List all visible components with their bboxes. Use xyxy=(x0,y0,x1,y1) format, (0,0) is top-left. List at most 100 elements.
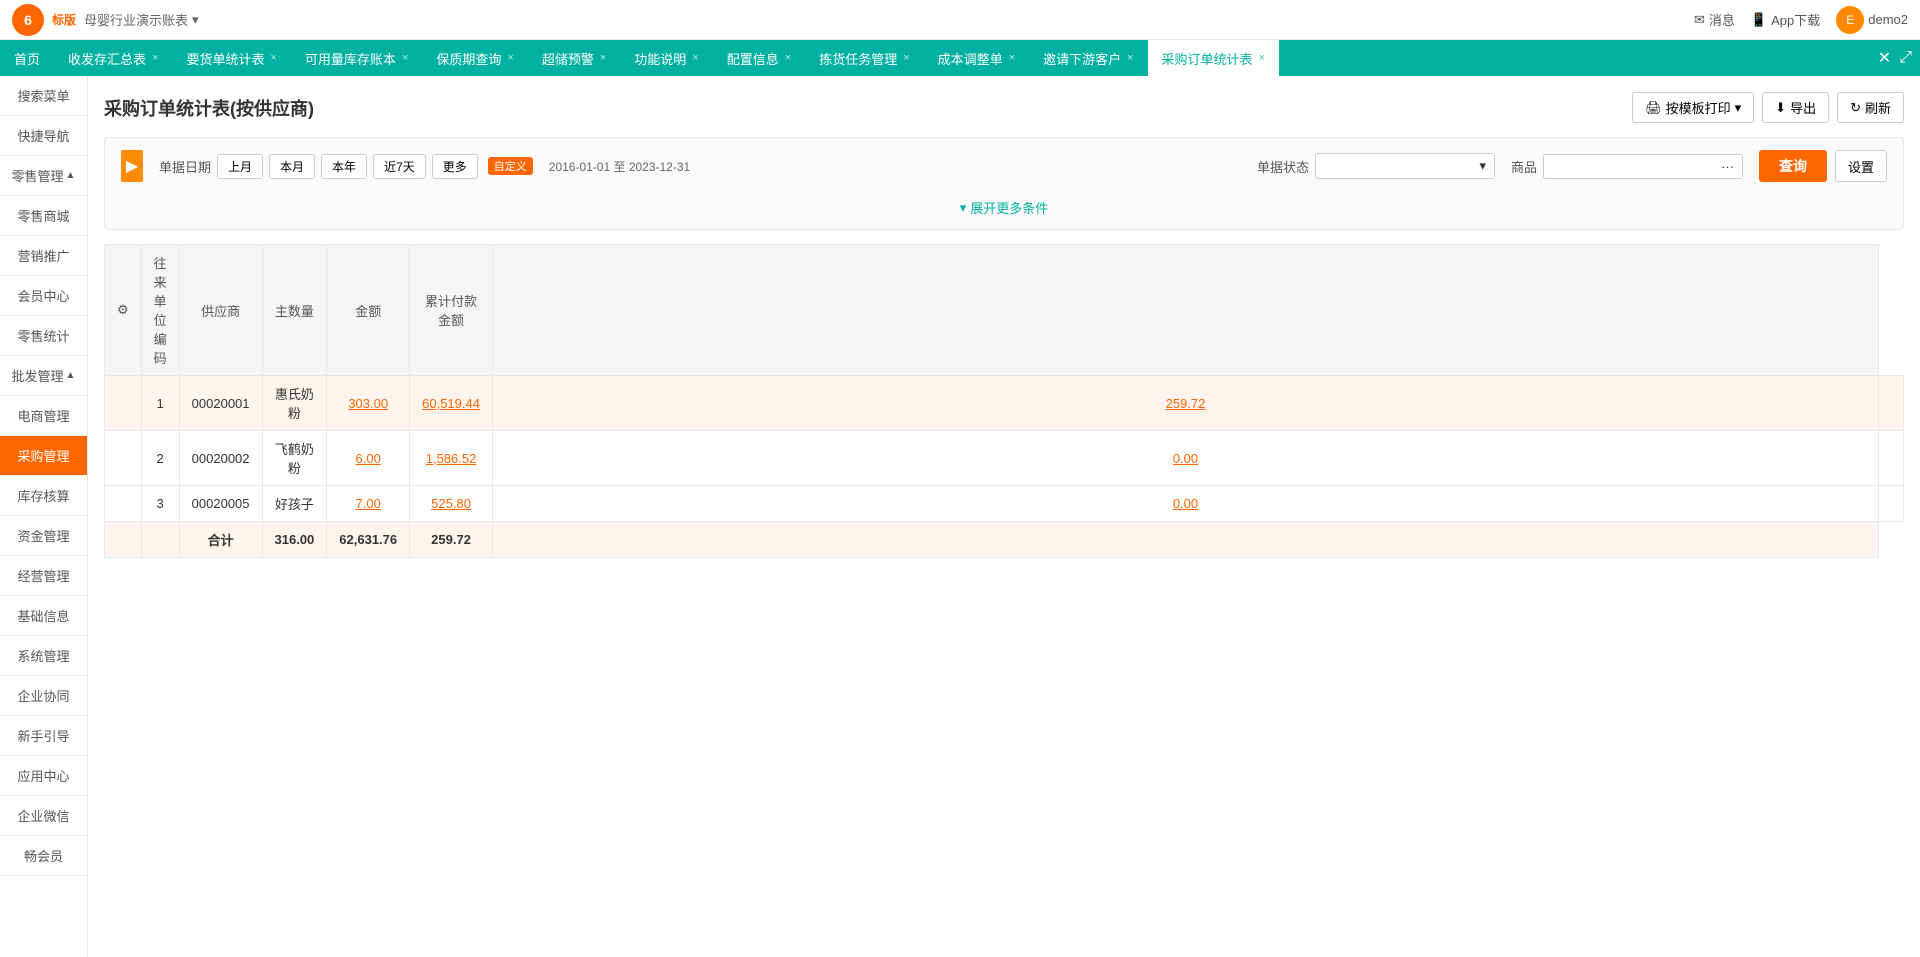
footer-empty-1 xyxy=(105,522,142,558)
sidebar-item-快捷导航[interactable]: 快捷导航 xyxy=(0,116,87,156)
row-paid[interactable]: 259.72 xyxy=(492,376,1878,431)
nav-tab-配置信息[interactable]: 配置信息× xyxy=(713,40,805,76)
nav-tab-超储预警[interactable]: 超储预警× xyxy=(528,40,620,76)
row-empty xyxy=(105,431,142,486)
sidebar-item-经营管理[interactable]: 经营管理 xyxy=(0,556,87,596)
app-download-btn[interactable]: 📱 App下载 xyxy=(1751,10,1820,29)
expand-label: 展开更多条件 xyxy=(970,198,1048,217)
top-right: ✉ 消息 📱 App下载 E demo2 xyxy=(1694,6,1908,34)
row-qty[interactable]: 7.00 xyxy=(327,486,410,522)
export-button[interactable]: ⬇ 导出 xyxy=(1762,92,1829,123)
query-button[interactable]: 查询 xyxy=(1759,150,1827,182)
tab-close-icon[interactable]: × xyxy=(507,52,513,64)
workspace-selector[interactable]: 母婴行业演示账表 ▾ xyxy=(84,10,199,29)
col-settings[interactable]: ⚙ xyxy=(105,245,142,376)
date-btn-last-month[interactable]: 上月 xyxy=(217,154,263,179)
footer-extra xyxy=(492,522,1878,558)
status-select[interactable]: ▾ xyxy=(1315,153,1495,179)
print-button[interactable]: 🖨 按模板打印 ▾ xyxy=(1632,92,1754,123)
sidebar-item-零售管理[interactable]: 零售管理 ▲ xyxy=(0,156,87,196)
sidebar-item-电商管理[interactable]: 电商管理 xyxy=(0,396,87,436)
nav-tab-邀请下游客户[interactable]: 邀请下游客户× xyxy=(1029,40,1147,76)
sidebar-item-资金管理[interactable]: 资金管理 xyxy=(0,516,87,556)
logo-area: 6 标版 母婴行业演示账表 ▾ xyxy=(12,4,199,36)
nav-maximize[interactable]: ⤢ xyxy=(1899,49,1912,67)
nav-tab-采购订单统计表[interactable]: 采购订单统计表× xyxy=(1148,40,1279,76)
row-paid[interactable]: 0.00 xyxy=(492,431,1878,486)
nav-tab-拣货任务管理[interactable]: 拣货任务管理× xyxy=(805,40,923,76)
title-actions: 🖨 按模板打印 ▾ ⬇ 导出 ↻ 刷新 xyxy=(1632,92,1904,123)
sidebar-item-搜索菜单[interactable]: 搜索菜单 xyxy=(0,76,87,116)
footer-qty: 316.00 xyxy=(262,522,327,558)
nav-tab-成本调整单[interactable]: 成本调整单× xyxy=(924,40,1029,76)
refresh-icon: ↻ xyxy=(1850,100,1861,116)
sidebar-item-基础信息[interactable]: 基础信息 xyxy=(0,596,87,636)
row-code: 00020002 xyxy=(179,431,262,486)
tab-close-icon[interactable]: × xyxy=(692,52,698,64)
row-paid[interactable]: 0.00 xyxy=(492,486,1878,522)
nav-tab-首页[interactable]: 首页 xyxy=(0,40,54,76)
sidebar-item-系统管理[interactable]: 系统管理 xyxy=(0,636,87,676)
settings-button[interactable]: 设置 xyxy=(1835,150,1887,182)
sidebar-item-企业协同[interactable]: 企业协同 xyxy=(0,676,87,716)
nav-close-btns: ✕ ⤢ xyxy=(1878,48,1920,68)
tab-close-icon[interactable]: × xyxy=(785,52,791,64)
date-btn-7days[interactable]: 近7天 xyxy=(373,154,426,179)
tab-close-icon[interactable]: × xyxy=(903,52,909,64)
nav-tab-收发存汇总表[interactable]: 收发存汇总表× xyxy=(54,40,172,76)
nav-close-window[interactable]: ✕ xyxy=(1878,48,1891,68)
print-icon: 🖨 xyxy=(1645,100,1662,116)
row-supplier: 惠氏奶粉 xyxy=(262,376,327,431)
page-content: 采购订单统计表(按供应商) 🖨 按模板打印 ▾ ⬇ 导出 ↻ 刷新 xyxy=(88,76,1920,957)
goods-select[interactable]: ··· xyxy=(1543,154,1743,179)
tab-close-icon[interactable]: × xyxy=(600,52,606,64)
sidebar-item-会员中心[interactable]: 会员中心 xyxy=(0,276,87,316)
tab-close-icon[interactable]: × xyxy=(270,52,276,64)
sidebar-item-畅会员[interactable]: 畅会员 xyxy=(0,836,87,876)
sidebar-item-营销推广[interactable]: 营销推广 xyxy=(0,236,87,276)
tab-close-icon[interactable]: × xyxy=(402,52,408,64)
sidebar-item-新手引导[interactable]: 新手引导 xyxy=(0,716,87,756)
row-qty[interactable]: 303.00 xyxy=(327,376,410,431)
sidebar-item-采购管理[interactable]: 采购管理 xyxy=(0,436,87,476)
sidebar-item-批发管理[interactable]: 批发管理 ▲ xyxy=(0,356,87,396)
date-btn-more[interactable]: 更多 xyxy=(432,154,478,179)
row-amount[interactable]: 1,586.52 xyxy=(410,431,493,486)
col-code: 往来单位编码 xyxy=(141,245,179,376)
expand-conditions-btn[interactable]: ▾ 展开更多条件 xyxy=(960,198,1049,217)
sidebar-item-零售统计[interactable]: 零售统计 xyxy=(0,316,87,356)
date-filter-label: 单据日期 xyxy=(159,157,211,176)
date-btn-this-year[interactable]: 本年 xyxy=(321,154,367,179)
sidebar-item-应用中心[interactable]: 应用中心 xyxy=(0,756,87,796)
tab-close-icon[interactable]: × xyxy=(1127,52,1133,64)
sidebar-item-库存核算[interactable]: 库存核算 xyxy=(0,476,87,516)
row-amount[interactable]: 60,519.44 xyxy=(410,376,493,431)
tab-close-icon[interactable]: × xyxy=(152,52,158,64)
row-amount[interactable]: 525.80 xyxy=(410,486,493,522)
collapse-button[interactable]: ▶ xyxy=(121,150,143,182)
sidebar-item-企业微信[interactable]: 企业微信 xyxy=(0,796,87,836)
message-btn[interactable]: ✉ 消息 xyxy=(1694,10,1735,29)
row-extra xyxy=(1879,376,1904,431)
date-btn-this-month[interactable]: 本月 xyxy=(269,154,315,179)
row-qty[interactable]: 6.00 xyxy=(327,431,410,486)
tab-close-icon[interactable]: × xyxy=(1009,52,1015,64)
sidebar: 搜索菜单快捷导航零售管理 ▲零售商城营销推广会员中心零售统计批发管理 ▲电商管理… xyxy=(0,76,88,957)
col-paid: 累计付款金额 xyxy=(410,245,493,376)
data-table: ⚙ 往来单位编码 供应商 主数量 金额 累计付款金额 100020001惠氏奶粉… xyxy=(104,244,1904,558)
nav-tab-功能说明[interactable]: 功能说明× xyxy=(620,40,712,76)
user-info[interactable]: E demo2 xyxy=(1836,6,1908,34)
nav-tab-保质期查询[interactable]: 保质期查询× xyxy=(422,40,527,76)
table-footer-row: 合计 316.00 62,631.76 259.72 xyxy=(105,522,1904,558)
row-index: 3 xyxy=(141,486,179,522)
footer-label xyxy=(141,522,179,558)
tab-close-icon[interactable]: × xyxy=(1259,52,1265,64)
refresh-button[interactable]: ↻ 刷新 xyxy=(1837,92,1904,123)
status-label: 单据状态 xyxy=(1257,157,1309,176)
status-filter: 单据状态 ▾ xyxy=(1257,153,1495,179)
row-extra xyxy=(1879,486,1904,522)
nav-tab-可用量库存账本[interactable]: 可用量库存账本× xyxy=(291,40,422,76)
message-icon: ✉ xyxy=(1694,12,1705,28)
sidebar-item-零售商城[interactable]: 零售商城 xyxy=(0,196,87,236)
nav-tab-要货单统计表[interactable]: 要货单统计表× xyxy=(172,40,290,76)
